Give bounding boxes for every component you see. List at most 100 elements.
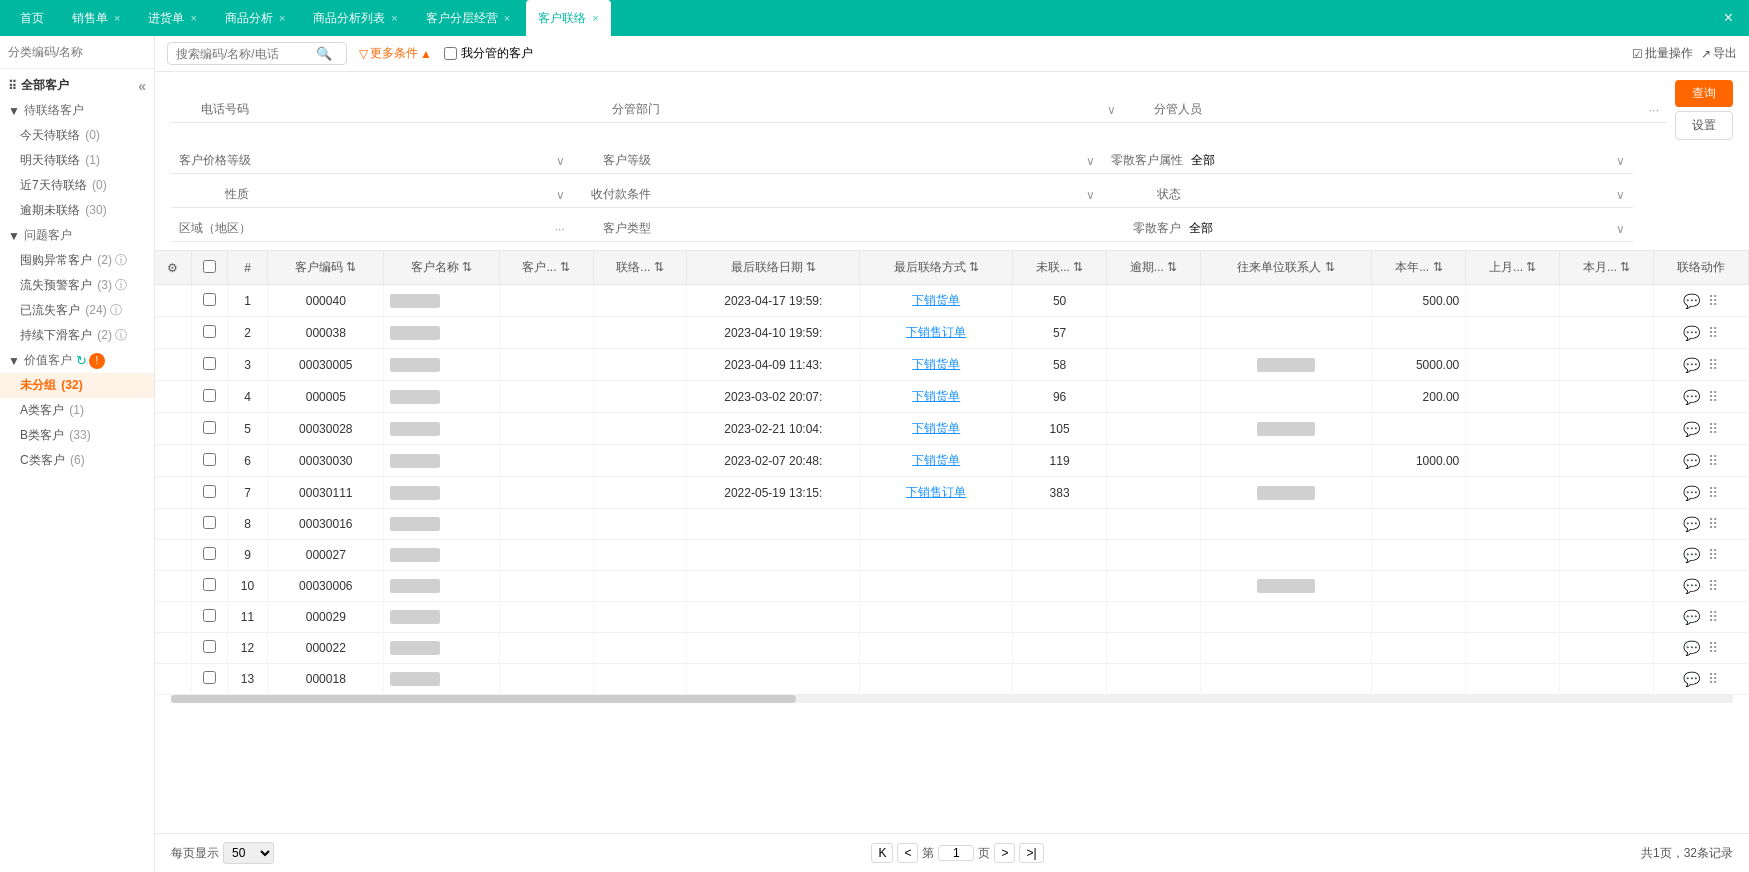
last-way-cell[interactable]: 下销货单	[860, 285, 1013, 317]
row-checkbox[interactable]	[203, 357, 216, 370]
region-input[interactable]	[259, 222, 551, 236]
my-customers-checkbox[interactable]	[444, 47, 457, 60]
grid-action-icon[interactable]: ⠿	[1708, 453, 1718, 469]
nav-purchase-order[interactable]: 进货单 ×	[136, 0, 208, 36]
phone-input[interactable]	[257, 103, 574, 117]
grid-action-icon[interactable]: ⠿	[1708, 389, 1718, 405]
chat-icon[interactable]: 💬	[1683, 578, 1700, 594]
last-way-link[interactable]: 下销货单	[912, 357, 960, 371]
last-way-cell[interactable]: 下销货单	[860, 413, 1013, 445]
row-checkbox[interactable]	[203, 547, 216, 560]
chevron-down-icon[interactable]: ∨	[1086, 154, 1095, 168]
sidebar-item-class-a[interactable]: A类客户 (1)	[0, 398, 154, 423]
row-checkbox-cell[interactable]	[191, 540, 227, 571]
problem-customers-group[interactable]: ▼ 问题客户	[0, 223, 154, 248]
chevron-down-icon[interactable]: ∨	[556, 188, 565, 202]
nav-product-analysis-list[interactable]: 商品分析列表 ×	[301, 0, 409, 36]
grid-action-icon[interactable]: ⠿	[1708, 609, 1718, 625]
all-customers-header[interactable]: ⠿ 全部客户 «	[0, 69, 154, 98]
grid-action-icon[interactable]: ⠿	[1708, 516, 1718, 532]
company-contact-header[interactable]: 往来单位联系人 ⇅	[1200, 251, 1372, 285]
chevron-down-icon[interactable]: ∨	[1086, 188, 1095, 202]
row-checkbox-cell[interactable]	[191, 317, 227, 349]
row-checkbox-cell[interactable]	[191, 285, 227, 317]
last-way-cell[interactable]: 下销货单	[860, 381, 1013, 413]
customer-search-input[interactable]	[176, 47, 316, 61]
sidebar-item-overdue-contact[interactable]: 逾期未联络 (30)	[0, 198, 154, 223]
close-icon[interactable]: ×	[391, 12, 397, 24]
last-way-cell[interactable]	[860, 540, 1013, 571]
chevron-down-icon[interactable]: ∨	[1107, 103, 1116, 117]
more-icon[interactable]: ···	[1649, 103, 1659, 117]
nav-product-analysis[interactable]: 商品分析 ×	[213, 0, 297, 36]
per-page-select[interactable]: 50 100 200	[223, 842, 274, 864]
grid-action-icon[interactable]: ⠿	[1708, 293, 1718, 309]
sidebar-item-churn-warning[interactable]: 流失预警客户 (3) ⓘ	[0, 273, 154, 298]
collapse-icon[interactable]: «	[138, 78, 146, 94]
status-input[interactable]	[1189, 188, 1612, 202]
checkbox-header[interactable]	[191, 251, 227, 285]
grid-action-icon[interactable]: ⠿	[1708, 578, 1718, 594]
row-checkbox[interactable]	[203, 485, 216, 498]
chat-icon[interactable]: 💬	[1683, 640, 1700, 656]
chat-icon[interactable]: 💬	[1683, 671, 1700, 687]
sidebar-item-declining-customer[interactable]: 持续下滑客户 (2) ⓘ	[0, 323, 154, 348]
close-icon[interactable]: ×	[592, 12, 598, 24]
customer-type-col-header[interactable]: 客户... ⇅	[499, 251, 593, 285]
first-page-button[interactable]: K	[871, 843, 893, 863]
scrollbar-thumb[interactable]	[171, 695, 796, 703]
chat-icon[interactable]: 💬	[1683, 325, 1700, 341]
last-way-cell[interactable]: 下销售订单	[860, 317, 1013, 349]
category-search-input[interactable]	[8, 45, 155, 59]
last-contact-date-header[interactable]: 最后联络日期 ⇅	[687, 251, 860, 285]
this-year-header[interactable]: 本年... ⇅	[1372, 251, 1466, 285]
customer-type-input[interactable]	[659, 222, 1095, 236]
row-checkbox[interactable]	[203, 389, 216, 402]
row-checkbox[interactable]	[203, 325, 216, 338]
last-way-link[interactable]: 下销货单	[912, 421, 960, 435]
last-page-button[interactable]: >|	[1019, 843, 1043, 863]
last-way-link[interactable]: 下销货单	[912, 293, 960, 307]
row-checkbox[interactable]	[203, 640, 216, 653]
manager-input[interactable]	[1210, 103, 1645, 117]
last-way-link[interactable]: 下销货单	[912, 389, 960, 403]
sidebar-item-7day-contact[interactable]: 近7天待联络 (0)	[0, 173, 154, 198]
nature-input[interactable]	[257, 188, 552, 202]
chat-icon[interactable]: 💬	[1683, 389, 1700, 405]
row-checkbox-cell[interactable]	[191, 413, 227, 445]
prev-page-button[interactable]: <	[897, 843, 918, 863]
grid-action-icon[interactable]: ⠿	[1708, 325, 1718, 341]
horizontal-scrollbar[interactable]	[171, 695, 1733, 703]
grid-action-icon[interactable]: ⠿	[1708, 547, 1718, 563]
page-number-input[interactable]	[938, 845, 974, 861]
row-checkbox[interactable]	[203, 578, 216, 591]
row-checkbox-cell[interactable]	[191, 381, 227, 413]
next-page-button[interactable]: >	[994, 843, 1015, 863]
sidebar-item-ungrouped[interactable]: 未分组 (32)	[0, 373, 154, 398]
close-window-button[interactable]: ×	[1716, 9, 1741, 27]
last-way-cell[interactable]: 下销售订单	[860, 477, 1013, 509]
chat-icon[interactable]: 💬	[1683, 609, 1700, 625]
sidebar-item-class-b[interactable]: B类客户 (33)	[0, 423, 154, 448]
row-checkbox[interactable]	[203, 293, 216, 306]
pending-contact-group[interactable]: ▼ 待联络客户	[0, 98, 154, 123]
sidebar-item-abnormal-purchase[interactable]: 囤购异常客户 (2) ⓘ	[0, 248, 154, 273]
sidebar-item-tomorrow-contact[interactable]: 明天待联络 (1)	[0, 148, 154, 173]
reset-button[interactable]: 设置	[1675, 111, 1733, 140]
export-button[interactable]: ↗ 导出	[1701, 45, 1737, 62]
last-way-cell[interactable]	[860, 571, 1013, 602]
chat-icon[interactable]: 💬	[1683, 421, 1700, 437]
settings-header[interactable]: ⚙	[155, 251, 191, 285]
dept-input[interactable]	[668, 103, 1104, 117]
grid-action-icon[interactable]: ⠿	[1708, 671, 1718, 687]
chat-icon[interactable]: 💬	[1683, 293, 1700, 309]
row-checkbox-cell[interactable]	[191, 571, 227, 602]
row-checkbox-cell[interactable]	[191, 349, 227, 381]
customer-code-header[interactable]: 客户编码 ⇅	[268, 251, 384, 285]
row-checkbox-cell[interactable]	[191, 664, 227, 695]
row-checkbox-cell[interactable]	[191, 602, 227, 633]
refresh-icon[interactable]: ↻	[76, 353, 87, 368]
nav-customer-tier[interactable]: 客户分层经营 ×	[414, 0, 522, 36]
last-way-cell[interactable]	[860, 664, 1013, 695]
close-icon[interactable]: ×	[190, 12, 196, 24]
